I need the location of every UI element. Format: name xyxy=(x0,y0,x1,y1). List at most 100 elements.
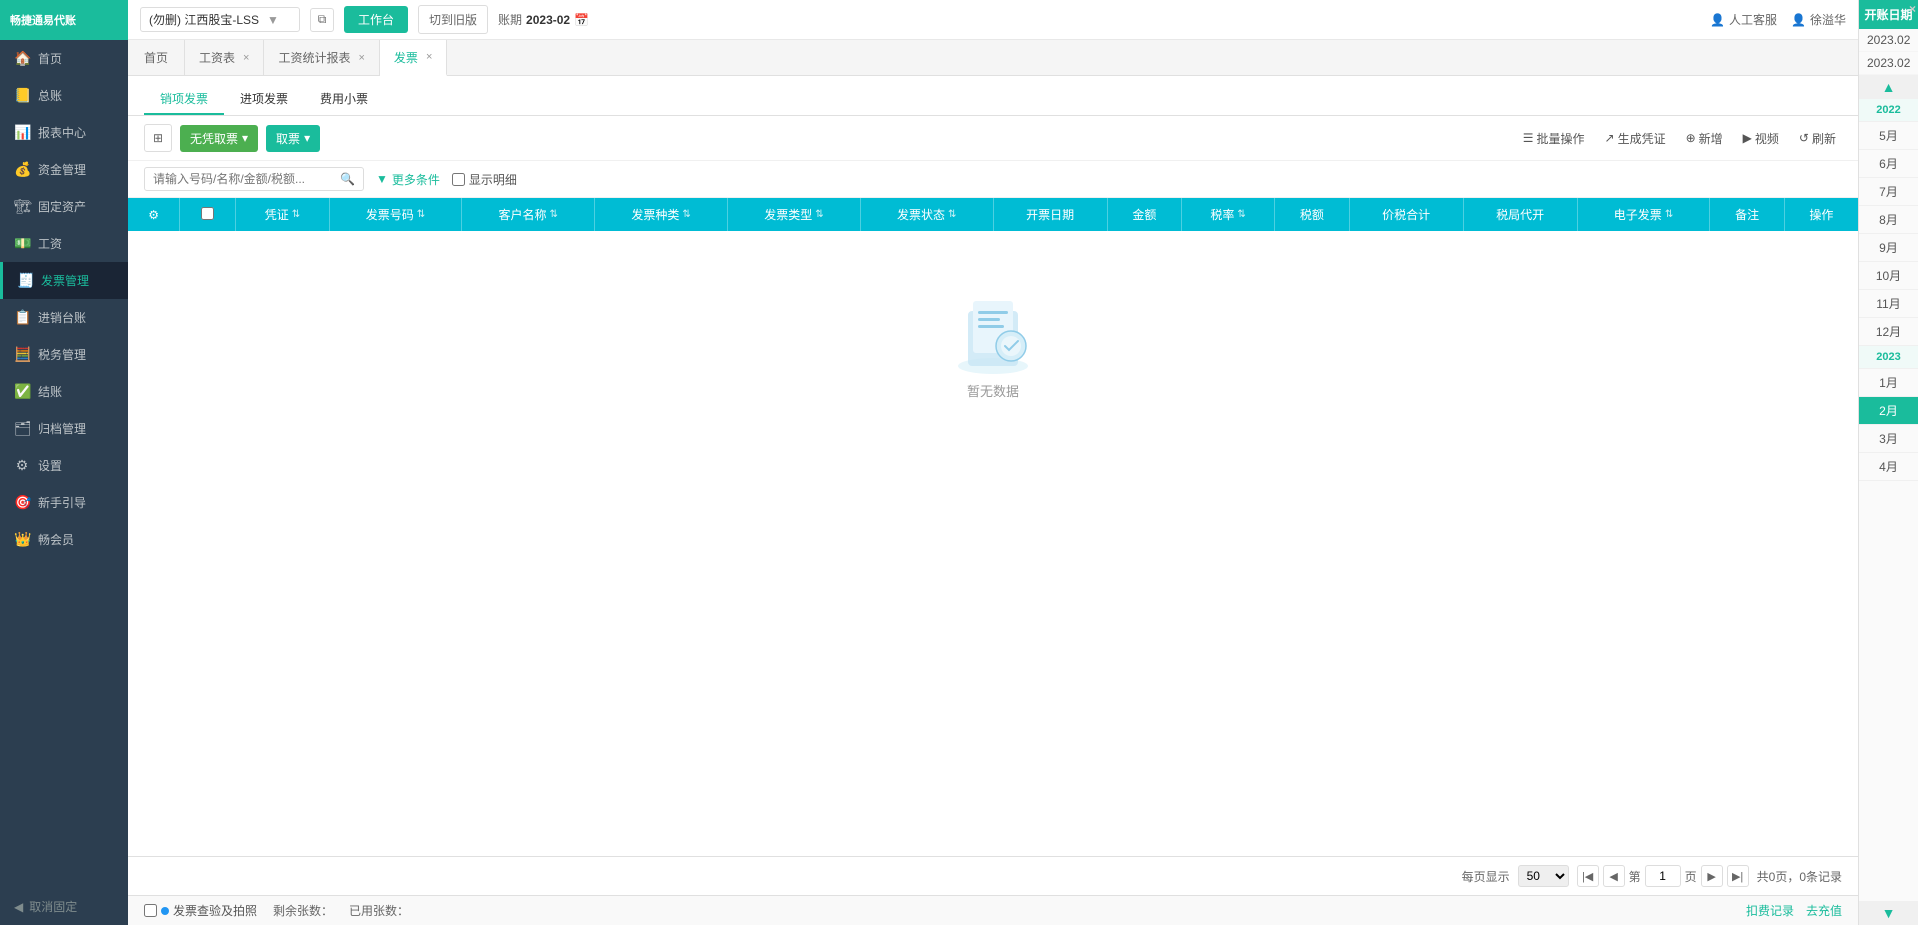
sidebar-item-closing[interactable]: ✅ 结账 xyxy=(0,373,128,410)
more-conditions-button[interactable]: ▼ 更多条件 xyxy=(376,171,440,188)
show-detail-checkbox[interactable]: 显示明细 xyxy=(452,171,517,188)
invoice-icon: 🧾 xyxy=(17,272,33,289)
recharge-link[interactable]: 去充值 xyxy=(1806,902,1842,919)
date-month-9[interactable]: 9月 xyxy=(1859,234,1918,262)
ledger-icon: 📒 xyxy=(14,87,30,104)
sidebar-item-fixed-assets[interactable]: 🏗 固定资产 xyxy=(0,188,128,225)
sidebar-item-guide[interactable]: 🎯 新手引导 xyxy=(0,484,128,521)
tab-invoice[interactable]: 发票 × xyxy=(380,40,447,76)
close-payroll-tab[interactable]: × xyxy=(243,52,249,64)
unpin-button[interactable]: ◀ 取消固定 xyxy=(0,888,128,925)
page-input[interactable] xyxy=(1645,865,1681,887)
next-page-button[interactable]: ▶ xyxy=(1701,865,1723,887)
no-voucher-button[interactable]: 无凭取票 ▾ xyxy=(180,125,258,152)
th-settings[interactable]: ⚙ xyxy=(128,198,180,231)
customer-service[interactable]: 👤 人工客服 xyxy=(1710,11,1777,28)
date-month-2023-3[interactable]: 3月 xyxy=(1859,425,1918,453)
company-name: (勿删) 江西股宝-LSS xyxy=(149,11,259,28)
table-body-wrapper: ⚙ 凭证⇅ 发票号码⇅ 客户名称⇅ 发票种类⇅ 发票类型⇅ 发票状态⇅ 开票日期… xyxy=(128,198,1858,925)
date-panel-close-button[interactable]: × xyxy=(1909,2,1916,16)
th-customer[interactable]: 客户名称⇅ xyxy=(462,198,595,231)
first-page-button[interactable]: |◀ xyxy=(1577,865,1599,887)
th-electronic[interactable]: 电子发票⇅ xyxy=(1577,198,1710,231)
th-invoice-type[interactable]: 发票种类⇅ xyxy=(595,198,728,231)
sort-icon: ⇅ xyxy=(682,209,690,220)
th-action: 操作 xyxy=(1784,198,1858,231)
date-panel: 开账日期 × 2023.02 2023.02 ▲ 2022 5月 6月 7月 8… xyxy=(1858,0,1918,925)
sidebar-item-invoice[interactable]: 🧾 发票管理 xyxy=(0,262,128,299)
close-payroll-stats-tab[interactable]: × xyxy=(358,52,364,64)
per-page-select[interactable]: 50 100 200 xyxy=(1518,865,1569,887)
scroll-up-icon[interactable]: ▲ xyxy=(1882,79,1896,95)
tab-payroll[interactable]: 工资表 × xyxy=(185,40,264,75)
date-month-5[interactable]: 5月 xyxy=(1859,122,1918,150)
search-icon: 🔍 xyxy=(340,172,355,186)
switch-old-version-button[interactable]: 切到旧版 xyxy=(418,5,488,34)
video-button[interactable]: ▶ 视频 xyxy=(1737,126,1785,151)
th-tax-rate[interactable]: 税率⇅ xyxy=(1182,198,1275,231)
refresh-button[interactable]: ↺ 刷新 xyxy=(1793,126,1842,151)
subtab-bar: 销项发票 进项发票 费用小票 xyxy=(128,76,1858,116)
show-detail-check[interactable] xyxy=(452,173,465,186)
workspace-button[interactable]: 工作台 xyxy=(344,6,408,33)
empty-illustration xyxy=(943,291,1043,381)
date-month-11[interactable]: 11月 xyxy=(1859,290,1918,318)
sidebar-item-payroll[interactable]: 💵 工资 xyxy=(0,225,128,262)
sidebar-item-settings[interactable]: ⚙ 设置 xyxy=(0,447,128,484)
search-box[interactable]: 🔍 xyxy=(144,167,364,191)
filter-icon: ▼ xyxy=(376,172,388,186)
sidebar-item-funds[interactable]: 💰 资金管理 xyxy=(0,151,128,188)
date-month-2023-2[interactable]: 2月 xyxy=(1859,397,1918,425)
sidebar-item-membership[interactable]: 👑 畅会员 xyxy=(0,521,128,558)
batch-operation-button[interactable]: ☰ 批量操作 xyxy=(1517,126,1591,151)
date-month-8[interactable]: 8月 xyxy=(1859,206,1918,234)
last-page-button[interactable]: ▶| xyxy=(1727,865,1749,887)
gen-icon: ↗ xyxy=(1605,131,1615,145)
user-profile[interactable]: 👤 徐溢华 xyxy=(1791,11,1846,28)
closing-icon: ✅ xyxy=(14,383,30,400)
date-month-7[interactable]: 7月 xyxy=(1859,178,1918,206)
th-checkbox[interactable] xyxy=(180,198,236,231)
sidebar-item-reports[interactable]: 📊 报表中心 xyxy=(0,114,128,151)
th-invoice-status[interactable]: 发票状态⇅ xyxy=(860,198,993,231)
sort-icon: ⇅ xyxy=(815,209,823,220)
date-panel-header[interactable]: 开账日期 × xyxy=(1859,0,1918,29)
invoice-verify-checkbox[interactable] xyxy=(144,904,157,917)
deduction-records-link[interactable]: 扣费记录 xyxy=(1746,902,1794,919)
th-invoice-category[interactable]: 发票类型⇅ xyxy=(727,198,860,231)
date-month-6[interactable]: 6月 xyxy=(1859,150,1918,178)
date-entry-2023-02-top[interactable]: 2023.02 xyxy=(1859,29,1918,52)
sidebar-item-archive[interactable]: 🗂 归档管理 xyxy=(0,410,128,447)
date-month-2023-1[interactable]: 1月 xyxy=(1859,369,1918,397)
th-invoice-no[interactable]: 发票号码⇅ xyxy=(329,198,462,231)
funds-icon: 💰 xyxy=(14,161,30,178)
tab-home[interactable]: 首页 xyxy=(128,40,185,75)
copy-icon[interactable]: ⧉ xyxy=(310,8,334,32)
generate-voucher-button[interactable]: ↗ 生成凭证 xyxy=(1599,126,1672,151)
date-month-2023-4[interactable]: 4月 xyxy=(1859,453,1918,481)
sidebar-item-tax[interactable]: 🧮 税务管理 xyxy=(0,336,128,373)
search-input[interactable] xyxy=(153,172,336,186)
take-ticket-button[interactable]: 取票 ▾ xyxy=(266,125,320,152)
grid-view-button[interactable]: ⊞ xyxy=(144,124,172,152)
subtab-purchase-invoice[interactable]: 进项发票 xyxy=(224,84,304,115)
date-month-12[interactable]: 12月 xyxy=(1859,318,1918,346)
subtab-expense-receipt[interactable]: 费用小票 xyxy=(304,84,384,115)
subtab-sales-invoice[interactable]: 销项发票 xyxy=(144,84,224,115)
sidebar-item-general-ledger[interactable]: 📒 总账 xyxy=(0,77,128,114)
sidebar-item-purchase-sales[interactable]: 📋 进销台账 xyxy=(0,299,128,336)
period-label: 账期 2023-02 📅 xyxy=(498,11,589,28)
th-voucher[interactable]: 凭证⇅ xyxy=(236,198,329,231)
sort-icon: ⇅ xyxy=(417,209,425,220)
prev-page-button[interactable]: ◀ xyxy=(1603,865,1625,887)
date-entry-2023-02-second[interactable]: 2023.02 xyxy=(1859,52,1918,75)
select-all-checkbox[interactable] xyxy=(201,207,214,220)
new-button[interactable]: ⊕ 新增 xyxy=(1680,126,1729,151)
date-month-10[interactable]: 10月 xyxy=(1859,262,1918,290)
scroll-down-icon[interactable]: ▼ xyxy=(1882,905,1896,921)
sidebar-item-home[interactable]: 🏠 首页 xyxy=(0,40,128,77)
tab-payroll-stats[interactable]: 工资统计报表 × xyxy=(264,40,379,75)
close-invoice-tab[interactable]: × xyxy=(426,51,432,63)
guide-icon: 🎯 xyxy=(14,494,30,511)
company-selector[interactable]: (勿删) 江西股宝-LSS ▼ xyxy=(140,7,300,32)
